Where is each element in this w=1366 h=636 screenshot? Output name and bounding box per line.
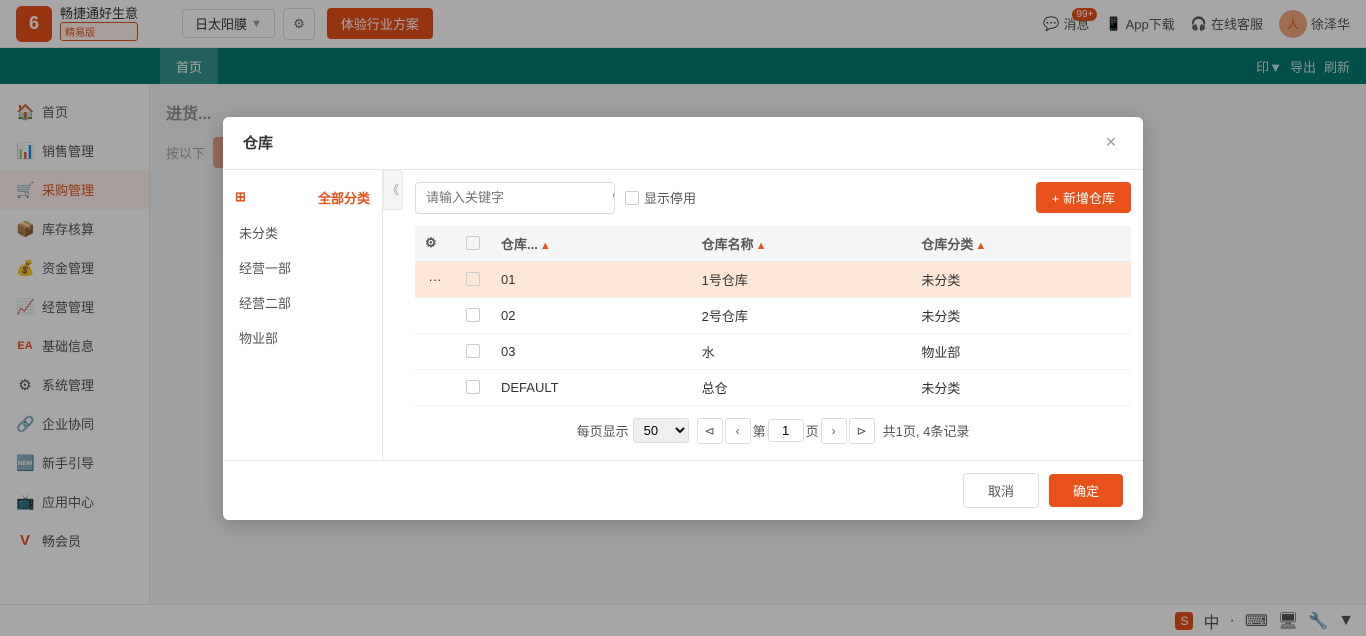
- last-page-button[interactable]: ⊳: [849, 418, 875, 444]
- row-category: 未分类: [911, 369, 1131, 405]
- category-item-uncategorized[interactable]: 未分类: [223, 215, 382, 250]
- page-navigation: ⊲ ‹ 第 页 › ⊳: [697, 418, 875, 444]
- row-checkbox[interactable]: [466, 308, 480, 322]
- row-name: 水: [692, 333, 912, 369]
- table-row[interactable]: ··· 01 1号仓库 未分类: [415, 261, 1131, 297]
- show-disabled-label: 显示停用: [644, 188, 696, 207]
- warehouse-modal: 仓库 × ⊞ 全部分类 未分类 经营一部 经营二部 物业部 《: [223, 117, 1143, 520]
- row-checkbox-cell[interactable]: [455, 333, 491, 369]
- row-code: 03: [491, 333, 692, 369]
- sort-icon-category: ▲: [975, 240, 986, 252]
- confirm-button[interactable]: 确定: [1049, 474, 1123, 507]
- row-checkbox-cell[interactable]: [455, 297, 491, 333]
- row-checkbox[interactable]: [466, 344, 480, 358]
- col-name-header[interactable]: 仓库名称▲: [692, 226, 912, 262]
- per-page-label: 每页显示: [577, 421, 629, 440]
- modal-overlay: 仓库 × ⊞ 全部分类 未分类 经营一部 经营二部 物业部 《: [0, 0, 1366, 636]
- search-input[interactable]: [416, 185, 612, 210]
- modal-footer: 取消 确定: [223, 460, 1143, 520]
- modal-close-button[interactable]: ×: [1099, 131, 1123, 155]
- table-body: ··· 01 1号仓库 未分类: [415, 261, 1131, 405]
- row-code: 02: [491, 297, 692, 333]
- row-actions[interactable]: [415, 333, 455, 369]
- row-name: 2号仓库: [692, 297, 912, 333]
- table-panel: 🔍 显示停用 + 新增仓库 ⚙: [403, 170, 1143, 460]
- table-header-row: ⚙ 仓库...▲ 仓库名称▲: [415, 226, 1131, 262]
- table-row[interactable]: 03 水 物业部: [415, 333, 1131, 369]
- show-disabled-toggle[interactable]: 显示停用: [625, 188, 696, 207]
- all-category-button[interactable]: ⊞ 全部分类: [223, 180, 382, 215]
- category-item-op1[interactable]: 经营一部: [223, 250, 382, 285]
- search-button[interactable]: 🔍: [612, 183, 615, 213]
- row-actions[interactable]: [415, 369, 455, 405]
- per-page-dropdown[interactable]: 50 10 20 100: [633, 418, 689, 443]
- warehouse-table: ⚙ 仓库...▲ 仓库名称▲: [415, 226, 1131, 406]
- page-unit: 页: [806, 421, 819, 440]
- sort-icon-code: ▲: [540, 240, 551, 252]
- modal-body: ⊞ 全部分类 未分类 经营一部 经营二部 物业部 《 🔍: [223, 170, 1143, 460]
- row-code: DEFAULT: [491, 369, 692, 405]
- table-toolbar: 🔍 显示停用 + 新增仓库: [415, 182, 1131, 214]
- table-row[interactable]: 02 2号仓库 未分类: [415, 297, 1131, 333]
- row-checkbox-cell[interactable]: [455, 261, 491, 297]
- more-icon: ···: [429, 272, 442, 287]
- col-category-header[interactable]: 仓库分类▲: [911, 226, 1131, 262]
- row-actions[interactable]: [415, 297, 455, 333]
- panel-collapse-button[interactable]: 《: [383, 170, 403, 210]
- sort-icon-name: ▲: [756, 240, 767, 252]
- table-container: ⚙ 仓库...▲ 仓库名称▲: [415, 226, 1131, 406]
- row-category: 未分类: [911, 261, 1131, 297]
- col-check: [455, 226, 491, 262]
- table-row[interactable]: DEFAULT 总仓 未分类: [415, 369, 1131, 405]
- next-page-button[interactable]: ›: [821, 418, 847, 444]
- col-code-header[interactable]: 仓库...▲: [491, 226, 692, 262]
- row-checkbox-cell[interactable]: [455, 369, 491, 405]
- pagination: 每页显示 50 10 20 100 ⊲ ‹ 第 页: [415, 406, 1131, 448]
- show-disabled-checkbox[interactable]: [625, 191, 639, 205]
- total-info: 共1页, 4条记录: [883, 421, 970, 440]
- row-name: 1号仓库: [692, 261, 912, 297]
- row-code: 01: [491, 261, 692, 297]
- new-warehouse-button[interactable]: + 新增仓库: [1036, 182, 1131, 213]
- category-item-op2[interactable]: 经营二部: [223, 285, 382, 320]
- col-gear: ⚙: [415, 226, 455, 262]
- category-item-property[interactable]: 物业部: [223, 320, 382, 355]
- category-grid-icon: ⊞: [235, 189, 246, 205]
- modal-title: 仓库: [243, 132, 273, 153]
- modal-header: 仓库 ×: [223, 117, 1143, 170]
- row-category: 未分类: [911, 297, 1131, 333]
- category-panel: ⊞ 全部分类 未分类 经营一部 经营二部 物业部: [223, 170, 383, 460]
- search-box: 🔍: [415, 182, 615, 214]
- per-page-select: 每页显示 50 10 20 100: [577, 418, 689, 443]
- prev-page-button[interactable]: ‹: [725, 418, 751, 444]
- page-label: 第: [753, 421, 766, 440]
- row-actions[interactable]: ···: [415, 261, 455, 297]
- row-category: 物业部: [911, 333, 1131, 369]
- row-checkbox[interactable]: [466, 272, 480, 286]
- first-page-button[interactable]: ⊲: [697, 418, 723, 444]
- row-checkbox[interactable]: [466, 380, 480, 394]
- cancel-button[interactable]: 取消: [963, 473, 1039, 508]
- table-head: ⚙ 仓库...▲ 仓库名称▲: [415, 226, 1131, 262]
- row-name: 总仓: [692, 369, 912, 405]
- select-all-checkbox[interactable]: [466, 236, 480, 250]
- all-category-label: 全部分类: [318, 188, 370, 207]
- page-number-input[interactable]: [768, 419, 804, 442]
